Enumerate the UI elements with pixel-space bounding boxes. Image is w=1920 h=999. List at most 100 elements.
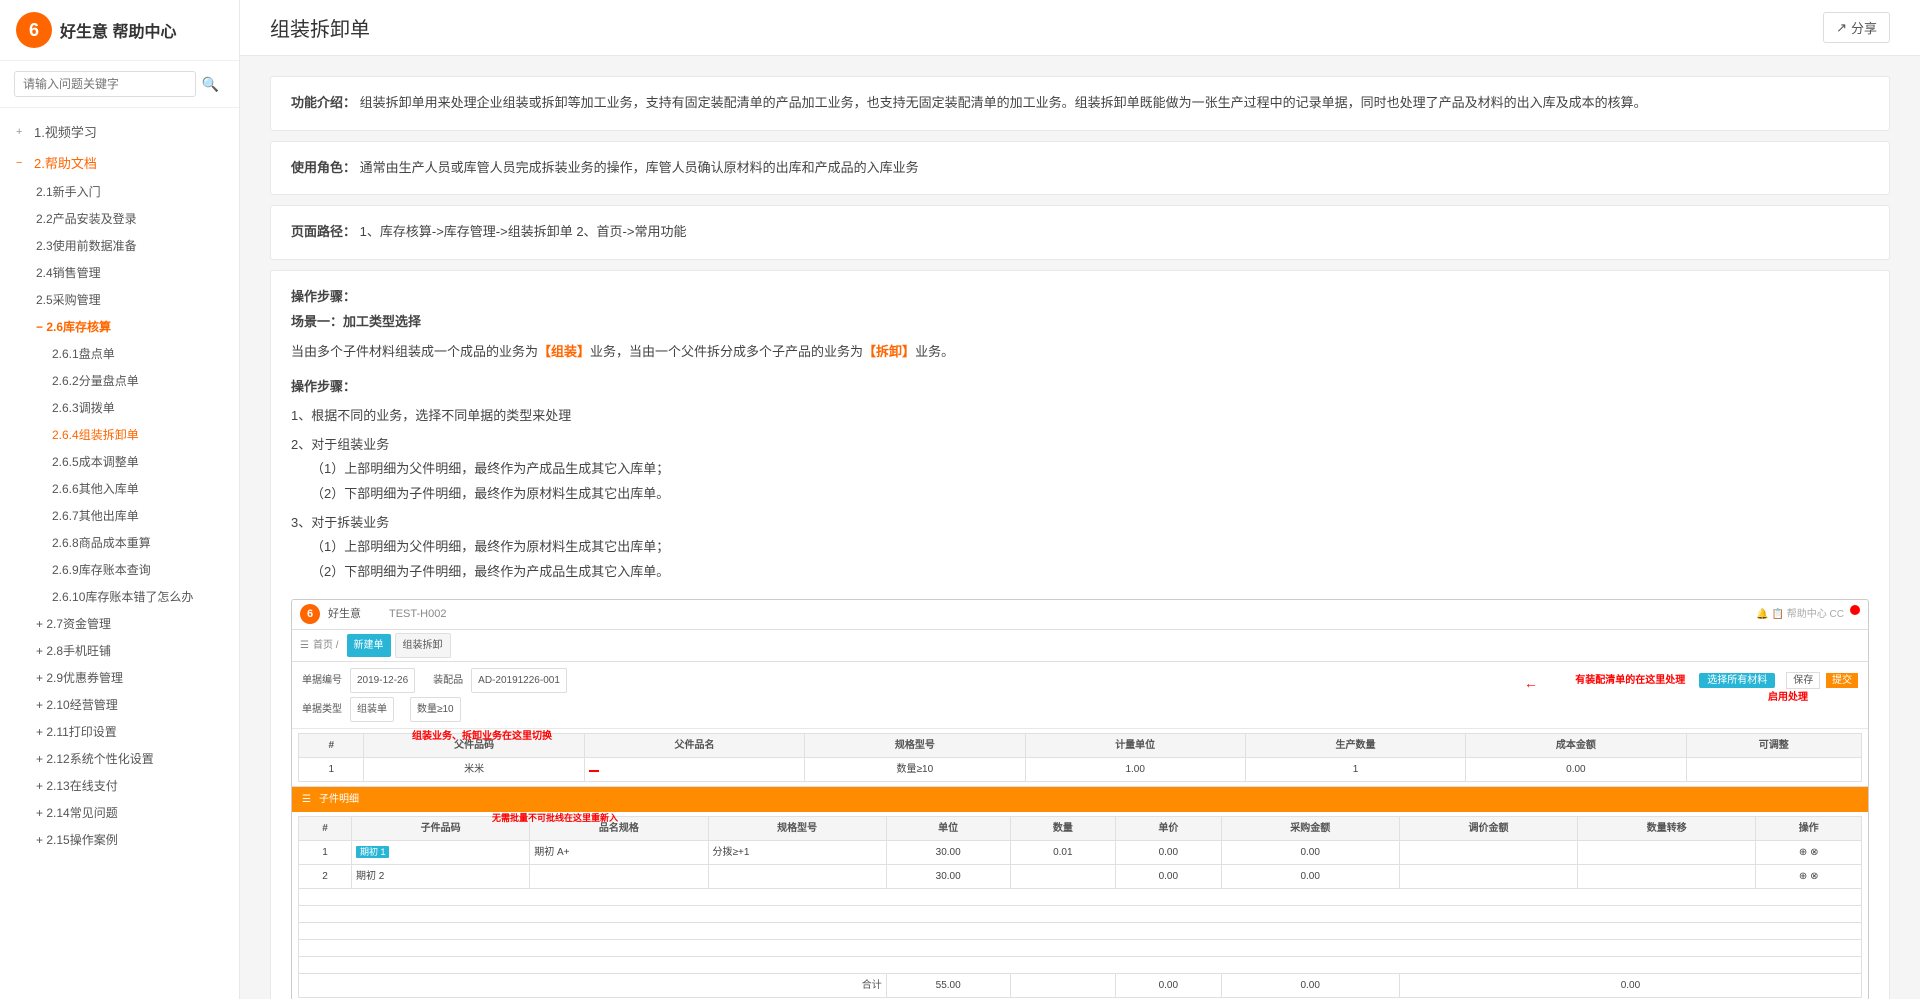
sidebar-item-print[interactable]: + 2.11打印设置 <box>0 718 239 745</box>
table-row <box>299 888 1862 905</box>
step2-sub1: （1）上部明细为父件明细，最终作为产成品生成其它入库单； <box>291 457 1869 482</box>
page-title: 组装拆卸单 <box>270 13 370 42</box>
table-row <box>299 922 1862 939</box>
mock-ltd-1-10 <box>1578 840 1756 864</box>
sidebar-item-inventory[interactable]: − 2.6库存核算 <box>0 313 239 340</box>
sidebar-item-inv-check[interactable]: 2.6.9库存账本查询 <box>0 556 239 583</box>
mock-form-row2: 单据类型 组装单 数量≥10 <box>302 697 1858 722</box>
mock-footer-row: 合计 55.00 0.00 0.00 0.00 <box>299 973 1862 997</box>
plus-icon: + <box>16 126 30 138</box>
mock-lower-table-foot: 合计 55.00 0.00 0.00 0.00 <box>299 973 1862 997</box>
mock-type-label: 单据类型 <box>302 700 342 719</box>
mock-ltd-1-4: 分拨≥+1 <box>708 840 886 864</box>
sidebar-item-sales[interactable]: 2.4销售管理 <box>0 259 239 286</box>
sidebar-item-cases[interactable]: + 2.15操作案例 <box>0 826 239 853</box>
mock-btn4: 提交 <box>1826 673 1858 688</box>
sidebar-item-cost-recalc[interactable]: 2.6.8商品成本重算 <box>0 529 239 556</box>
ops-steps-label: 操作步骤： <box>291 375 1869 400</box>
search-button[interactable]: 🔍 <box>196 72 225 97</box>
mock-td-1: 1 <box>299 757 364 781</box>
assemble-label: 【组装】 <box>538 344 590 359</box>
sidebar-item-customize[interactable]: + 2.12系统个性化设置 <box>0 745 239 772</box>
mock-ltd-2-11: ⊕ ⊗ <box>1756 864 1862 888</box>
mock-lth-11: 操作 <box>1756 816 1862 840</box>
sidebar-item-mobile[interactable]: + 2.8手机旺铺 <box>0 637 239 664</box>
mock-field-val1: 2019-12-26 <box>350 668 415 693</box>
main-area: 组装拆卸单 ↗ 分享 功能介绍： 组装拆卸单用来处理企业组装或拆卸等加工业务，支… <box>240 0 1920 999</box>
mock-th-name: 父件品名 <box>584 733 804 757</box>
mock-lth-9: 调价金额 <box>1399 816 1577 840</box>
sidebar-item-transfer[interactable]: 2.6.3调拨单 <box>0 394 239 421</box>
mock-td-3 <box>584 757 804 781</box>
mock-ltd-2-4 <box>708 864 886 888</box>
mock-empty-6 <box>299 939 1862 956</box>
sidebar-item-other-out[interactable]: 2.6.7其他出库单 <box>0 502 239 529</box>
mock-sep-icon: ☰ <box>302 790 311 809</box>
step3-sub1: （1）上部明细为父件明细，最终作为原材料生成其它出库单； <box>291 535 1869 560</box>
mock-th-adj: 可调整 <box>1686 733 1861 757</box>
sidebar-item-data-prep[interactable]: 2.3使用前数据准备 <box>0 232 239 259</box>
sidebar-item-install[interactable]: 2.2产品安装及登录 <box>0 205 239 232</box>
path-label: 页面路径： <box>291 224 356 239</box>
table-row: 1 期初 1 期初 A+ 分拨≥+1 30.00 0.01 0.00 0.00 <box>299 840 1862 864</box>
search-area: 🔍 <box>0 61 239 108</box>
mock-ltd-2-7: 0.00 <box>1116 864 1222 888</box>
mock-lower-table-body: 1 期初 1 期初 A+ 分拨≥+1 30.00 0.01 0.00 0.00 <box>299 840 1862 973</box>
mock-close <box>1850 605 1860 615</box>
sidebar-item-docs[interactable]: − 2.帮助文档 <box>0 147 239 178</box>
search-input[interactable] <box>14 71 196 97</box>
sidebar-item-ops[interactable]: + 2.10经营管理 <box>0 691 239 718</box>
sidebar-item-coupon[interactable]: + 2.9优惠券管理 <box>0 664 239 691</box>
logo-icon: 6 <box>16 12 52 48</box>
minus-icon: − <box>16 157 30 169</box>
sidebar-item-newcomer[interactable]: 2.1新手入门 <box>0 178 239 205</box>
sidebar-item-other-in[interactable]: 2.6.6其他入库单 <box>0 475 239 502</box>
mock-lth-4: 规格型号 <box>708 816 886 840</box>
mock-ltd-2-1: 2 <box>299 864 352 888</box>
mock-ltd-1-8: 0.00 <box>1221 840 1399 864</box>
sidebar-item-cost-adjust[interactable]: 2.6.5成本调整单 <box>0 448 239 475</box>
mock-red-box <box>589 770 599 772</box>
mock-lth-6: 数量 <box>1010 816 1116 840</box>
sidebar-item-faq[interactable]: + 2.14常见问题 <box>0 799 239 826</box>
step3: 3、对于拆装业务 <box>291 511 1869 536</box>
sidebar-item-partial-stocktake[interactable]: 2.6.2分量盘点单 <box>0 367 239 394</box>
sidebar-item-stocktake[interactable]: 2.6.1盘点单 <box>0 340 239 367</box>
table-row: 2 期初 2 30.00 0.00 0.00 ⊕ ⊗ <box>299 864 1862 888</box>
mock-ltd-1-11: ⊕ ⊗ <box>1756 840 1862 864</box>
content-area: 功能介绍： 组装拆卸单用来处理企业组装或拆卸等加工业务，支持有固定装配清单的产品… <box>240 56 1920 999</box>
role-block: 使用角色： 通常由生产人员或库管人员完成拆装业务的操作，库管人员确认原材料的出库… <box>270 141 1890 196</box>
mock-separator: ☰ 子件明细 无需批量不可批线在这里重新入 <box>292 787 1868 812</box>
sidebar-item-payment[interactable]: + 2.13在线支付 <box>0 772 239 799</box>
top-bar: 组装拆卸单 ↗ 分享 <box>240 0 1920 56</box>
role-label: 使用角色： <box>291 160 356 175</box>
sidebar-item-video[interactable]: + 1.视频学习 <box>0 116 239 147</box>
sidebar-item-inv-error[interactable]: 2.6.10库存账本错了怎么办 <box>0 583 239 610</box>
mock-lth-8: 采购金额 <box>1221 816 1399 840</box>
sidebar-item-purchase[interactable]: 2.5采购管理 <box>0 286 239 313</box>
mock-window-controls: 🔔 📋 帮助中心 CC <box>1756 605 1860 624</box>
mock-annotation1: 有装配清单的在这里处理 <box>1575 671 1685 690</box>
mock-footer-label: 合计 <box>299 973 887 997</box>
share-button[interactable]: ↗ 分享 <box>1823 12 1890 43</box>
sidebar-item-finance[interactable]: + 2.7资金管理 <box>0 610 239 637</box>
mock-empty-4 <box>299 905 1862 922</box>
mock-td-5: 1.00 <box>1025 757 1245 781</box>
mock-lth-1: # <box>299 816 352 840</box>
screenshot-container: 6 好生意 TEST-H002 🔔 📋 帮助中心 CC ☰ 首页 / 新建单 组… <box>291 599 1869 999</box>
mock-title-text: TEST-H002 <box>389 604 446 625</box>
mock-field-val2: AD-20191226-001 <box>471 668 567 693</box>
table-row: 1 米米 数量≥10 1.00 1 0.00 <box>299 757 1862 781</box>
step1: 1、根据不同的业务，选择不同单据的类型来处理 <box>291 404 1869 429</box>
mock-annotation4: 无需批量不可批线在这里重新入 <box>492 810 618 827</box>
mock-ltd-1-6: 0.01 <box>1010 840 1116 864</box>
mock-btn3: 保存 <box>1786 672 1820 689</box>
mock-lth-10: 数量转移 <box>1578 816 1756 840</box>
mock-th-qty: 生产数量 <box>1245 733 1465 757</box>
disassemble-label: 【拆卸】 <box>863 344 915 359</box>
mock-footer-end: 0.00 <box>1399 973 1861 997</box>
sidebar-item-assembly[interactable]: 2.6.4组装拆卸单 <box>0 421 239 448</box>
scenario-desc: 当由多个子件材料组装成一个成品的业务为【组装】业务，当由一个父件拆分成多个子产品… <box>291 340 1869 365</box>
mock-empty-7 <box>299 956 1862 973</box>
mock-lower-table-area: # 子件品码 品名规格 规格型号 单位 数量 单价 采购金额 调价金额 数量转移 <box>292 812 1868 999</box>
